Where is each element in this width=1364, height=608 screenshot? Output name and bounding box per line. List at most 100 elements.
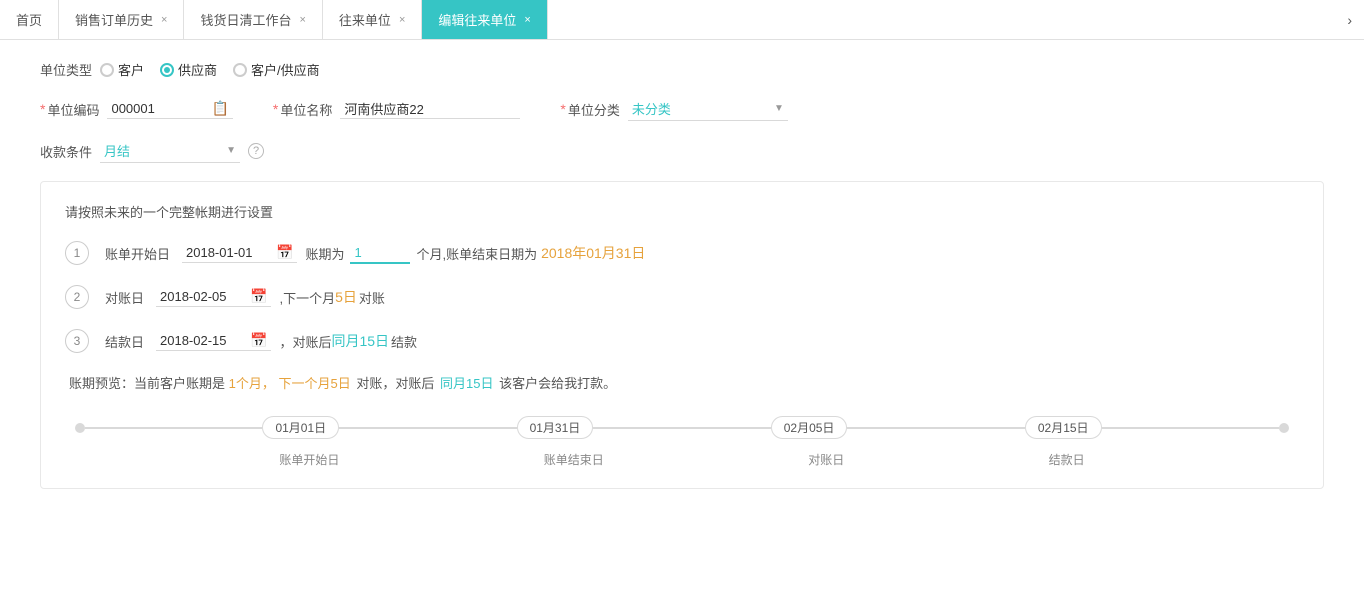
radio-both-label: 客户/供应商 (251, 60, 320, 79)
timeline-labels: 账单开始日 账单结束日 对账日 结款日 (75, 439, 1289, 468)
tl-dot-end (1279, 423, 1289, 433)
payment-terms-row: 收款条件 月结 ▼ ? (40, 139, 1324, 163)
tl-node-2: 01月31日 (517, 416, 594, 439)
payment-terms-help-icon[interactable]: ? (248, 143, 264, 159)
tab-more-button[interactable]: › (1335, 12, 1364, 28)
tl-node-1-date: 01月01日 (262, 416, 339, 439)
tab-cash-daily[interactable]: 钱货日清工作台 × (184, 0, 322, 39)
tl-node-1-label: 账单开始日 (279, 451, 339, 468)
row-num-1: 1 (65, 241, 89, 265)
tl-node-2-date: 01月31日 (517, 416, 594, 439)
tl-label-1: 账单开始日 (279, 445, 339, 468)
tl-line-5 (1102, 427, 1279, 429)
row-2-cal-icon[interactable]: 📅 (246, 288, 271, 305)
preview-row: 账期预览：当前客户账期是 1个月， 下一个月5日 对账，对账后 同月15日 该客… (65, 373, 1299, 392)
tl-node-4: 02月15日 (1025, 416, 1102, 439)
unit-type-row: 单位类型 客户 供应商 客户/供应商 (40, 60, 1324, 79)
tabs-bar: 首页 销售订单历史 × 钱货日清工作台 × 往来单位 × 编辑往来单位 × › (0, 0, 1364, 40)
payment-terms-chevron-icon: ▼ (226, 145, 236, 156)
row-2-desc-prefix: ,下一个月 (279, 288, 335, 307)
unit-code-label: 单位编码 (47, 100, 99, 119)
tl-label-4: 结款日 (1049, 445, 1085, 468)
preview-mid: 下一个月5日 (279, 376, 351, 391)
radio-both[interactable]: 客户/供应商 (233, 60, 320, 79)
tl-node-1: 01月01日 (262, 416, 339, 439)
unit-category-required: * (560, 101, 565, 117)
payment-terms-select[interactable]: 月结 ▼ (100, 139, 240, 163)
preview-mid2: 对账，对账后 (356, 376, 434, 391)
unit-name-field: * 单位名称 (273, 99, 520, 119)
row-3-cal-icon[interactable]: 📅 (246, 332, 271, 349)
radio-supplier[interactable]: 供应商 (160, 60, 217, 79)
tab-sales-history[interactable]: 销售订单历史 × (59, 0, 184, 39)
unit-category-value: 未分类 (632, 99, 774, 118)
timeline-container: 01月01日 01月31日 02月05日 02月15日 (65, 416, 1299, 468)
row-2-field-label: 对账日 (105, 288, 144, 307)
tab-sales-history-close[interactable]: × (161, 14, 167, 26)
tab-partner-close[interactable]: × (399, 14, 405, 26)
settlement-row-1: 1 账单开始日 📅 账期为 个月,账单结束日期为 2018年01月31日 (65, 241, 1299, 265)
preview-label: 账期预览：当前客户账期是 (69, 376, 225, 391)
unit-code-required: * (40, 101, 45, 117)
tab-home-label: 首页 (16, 10, 42, 29)
tl-node-4-date: 02月15日 (1025, 416, 1102, 439)
row-1-end-date: 2018年01月31日 (541, 243, 645, 263)
row-1-date-input[interactable] (182, 243, 272, 262)
tab-partner[interactable]: 往来单位 × (323, 0, 422, 39)
tab-edit-partner-close[interactable]: × (524, 14, 530, 26)
row-1-field-label: 账单开始日 (105, 244, 170, 263)
row-1-desc-suffix: 个月,账单结束日期为 (416, 244, 537, 263)
unit-code-icon[interactable]: 📋 (207, 100, 232, 117)
tl-dot-start (75, 423, 85, 433)
tl-node-2-label: 账单结束日 (544, 451, 604, 468)
row-3-desc-prefix: ，对账后 (279, 332, 331, 351)
row-1-cal-icon[interactable]: 📅 (272, 244, 297, 261)
tl-label-2: 账单结束日 (544, 445, 604, 468)
row-2-date-input-wrap: 📅 (156, 287, 271, 307)
tl-node-3: 02月05日 (771, 416, 848, 439)
row-3-highlight: 同月15日 (331, 331, 389, 351)
unit-category-chevron-icon: ▼ (774, 103, 784, 114)
tab-edit-partner-label: 编辑往来单位 (438, 10, 516, 29)
settlement-row-3: 3 结款日 📅 ，对账后 同月15日 结款 (65, 329, 1299, 353)
unit-code-field: * 单位编码 📋 (40, 99, 233, 119)
unit-category-select[interactable]: 未分类 ▼ (628, 97, 788, 121)
settlement-section: 请按照未来的一个完整帐期进行设置 1 账单开始日 📅 账期为 个月,账单结束日期… (40, 181, 1324, 489)
unit-type-label: 单位类型 (40, 60, 92, 79)
timeline-track: 01月01日 01月31日 02月05日 02月15日 (75, 416, 1289, 439)
unit-name-required: * (273, 101, 278, 117)
unit-name-input[interactable] (340, 99, 520, 119)
tab-home[interactable]: 首页 (0, 0, 59, 39)
radio-supplier-label: 供应商 (178, 60, 217, 79)
unit-category-field: * 单位分类 未分类 ▼ (560, 97, 787, 121)
tl-node-3-date: 02月05日 (771, 416, 848, 439)
tl-line-2 (339, 427, 516, 429)
tab-cash-daily-label: 钱货日清工作台 (200, 10, 291, 29)
row-3-field-label: 结款日 (105, 332, 144, 351)
unit-code-input-wrap: 📋 (107, 99, 232, 119)
payment-terms-label: 收款条件 (40, 142, 92, 161)
radio-customer-label: 客户 (118, 60, 144, 79)
unit-type-radio-group: 客户 供应商 客户/供应商 (100, 60, 320, 79)
row-2-highlight: 5日 (335, 287, 357, 307)
row-num-3: 3 (65, 329, 89, 353)
tl-label-3: 对账日 (808, 445, 844, 468)
preview-tail: 该客户会给我打款。 (499, 376, 616, 391)
row-1-date-input-wrap: 📅 (182, 243, 297, 263)
tab-sales-history-label: 销售订单历史 (75, 10, 153, 29)
payment-terms-value: 月结 (104, 141, 226, 160)
period-input[interactable] (350, 243, 410, 264)
radio-customer[interactable]: 客户 (100, 60, 144, 79)
radio-customer-circle (100, 63, 114, 77)
preview-end: 同月15日 (440, 376, 493, 391)
unit-code-input[interactable] (107, 99, 207, 118)
row-2-date-input[interactable] (156, 287, 246, 306)
tl-node-3-label: 对账日 (808, 451, 844, 468)
section-instruction: 请按照未来的一个完整帐期进行设置 (65, 202, 1299, 221)
tab-cash-daily-close[interactable]: × (299, 14, 305, 26)
tl-line-4 (847, 427, 1024, 429)
unit-name-label: 单位名称 (280, 100, 332, 119)
tab-edit-partner[interactable]: 编辑往来单位 × (422, 0, 547, 39)
row-3-date-input[interactable] (156, 331, 246, 350)
tl-line-3 (593, 427, 770, 429)
